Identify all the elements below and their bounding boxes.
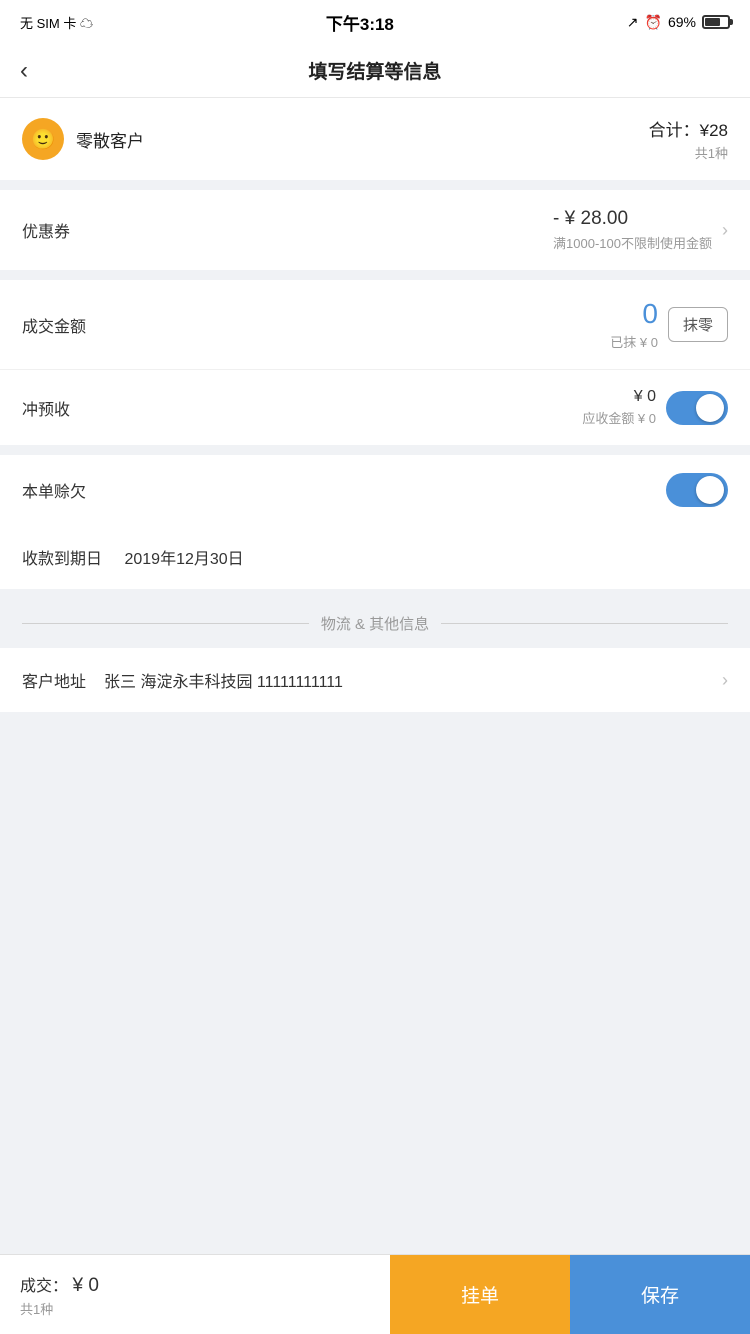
deal-advance-section: 成交金额 0 已抹 ¥ 0 抹零 冲预收 ¥ 0 应收金额 ¥ 0 — [0, 280, 750, 445]
deal-value[interactable]: 0 — [610, 298, 658, 330]
advance-sub: 应收金额 ¥ 0 — [582, 408, 656, 427]
coupon-value-stack: - ¥ 28.00 满1000-100不限制使用金额 — [553, 208, 712, 252]
deal-row: 成交金额 0 已抹 ¥ 0 抹零 — [0, 280, 750, 369]
coupon-label: 优惠券 — [22, 218, 70, 242]
coupon-amount: - ¥ 28.00 — [553, 208, 712, 230]
logistics-label: 物流 & 其他信息 — [321, 613, 429, 634]
arrears-row: 本单赊欠 — [0, 455, 750, 525]
bottom-deal-line: 成交： ¥ 0 — [20, 1272, 370, 1297]
coupon-section[interactable]: 优惠券 - ¥ 28.00 满1000-100不限制使用金额 › — [0, 190, 750, 270]
customer-section: 🙂 零散客户 合计：¥28 共1种 — [0, 98, 750, 180]
avatar-icon: 🙂 — [31, 127, 56, 152]
status-bar: 无 SIM 卡 ☁ 下午3:18 ↗ ⏰ 69% — [0, 0, 750, 44]
alarm-icon: ⏰ — [645, 14, 662, 31]
customer-total: 合计：¥28 共1种 — [649, 116, 728, 162]
divider-line-right — [441, 623, 728, 624]
deal-value-stack: 0 已抹 ¥ 0 — [610, 298, 658, 351]
bottom-deal-amount: ¥ 0 — [72, 1275, 98, 1296]
advance-value-stack: ¥ 0 应收金额 ¥ 0 — [582, 388, 656, 427]
coupon-row[interactable]: 优惠券 - ¥ 28.00 满1000-100不限制使用金额 › — [0, 190, 750, 270]
bottom-bar: 成交： ¥ 0 共1种 挂单 保存 — [0, 1254, 750, 1334]
bottom-deal-label: 成交： — [20, 1278, 68, 1295]
advance-label: 冲预收 — [22, 396, 70, 420]
address-row[interactable]: 客户地址 张三 海淀永丰科技园 11111111111 › — [0, 648, 750, 712]
customer-info: 🙂 零散客户 — [22, 118, 144, 160]
battery-label: 69% — [668, 14, 696, 30]
save-button[interactable]: 保存 — [570, 1255, 750, 1334]
due-date-label: 收款到期日 — [22, 551, 102, 568]
due-date-value: 2019年12月30日 — [124, 551, 243, 568]
chevron-icon: › — [722, 220, 728, 241]
coupon-desc: 满1000-100不限制使用金额 — [553, 233, 712, 252]
hang-button[interactable]: 挂单 — [390, 1255, 570, 1334]
battery-icon — [702, 15, 730, 29]
avatar: 🙂 — [22, 118, 64, 160]
bottom-count: 共1种 — [20, 1299, 370, 1318]
address-section[interactable]: 客户地址 张三 海淀永丰科技园 11111111111 › — [0, 648, 750, 712]
arrears-label: 本单赊欠 — [22, 478, 86, 502]
toggle-knob — [696, 394, 724, 422]
arrears-toggle[interactable] — [666, 473, 728, 507]
deal-sub: 已抹 ¥ 0 — [610, 332, 658, 351]
back-button[interactable]: ‹ — [20, 57, 28, 85]
advance-right: ¥ 0 应收金额 ¥ 0 — [582, 388, 728, 427]
advance-row: 冲预收 ¥ 0 应收金额 ¥ 0 — [0, 369, 750, 445]
customer-row: 🙂 零散客户 合计：¥28 共1种 — [0, 98, 750, 180]
nav-bar: ‹ 填写结算等信息 — [0, 44, 750, 98]
deal-right: 0 已抹 ¥ 0 抹零 — [610, 298, 728, 351]
status-right: ↗ ⏰ 69% — [627, 14, 730, 31]
address-value: 张三 海淀永丰科技园 11111111111 — [104, 668, 722, 692]
total-amount: 合计：¥28 — [649, 116, 728, 141]
logistics-divider: 物流 & 其他信息 — [0, 599, 750, 648]
no-sim-label: 无 SIM 卡 ☁ — [20, 13, 93, 32]
status-left: 无 SIM 卡 ☁ — [20, 13, 93, 32]
total-count: 共1种 — [649, 143, 728, 162]
advance-toggle[interactable] — [666, 391, 728, 425]
deal-label: 成交金额 — [22, 313, 86, 337]
status-time: 下午3:18 — [326, 10, 394, 35]
customer-name: 零散客户 — [76, 127, 144, 152]
address-label: 客户地址 — [22, 668, 86, 692]
due-date-row: 收款到期日 2019年12月30日 — [0, 525, 750, 589]
location-icon: ↗ — [627, 14, 639, 31]
round-zero-button[interactable]: 抹零 — [668, 307, 728, 342]
main-content: 🙂 零散客户 合计：¥28 共1种 优惠券 - ¥ 28.00 满1000-10… — [0, 98, 750, 812]
divider-line-left — [22, 623, 309, 624]
page-title: 填写结算等信息 — [308, 57, 441, 84]
advance-amount: ¥ 0 — [582, 388, 656, 406]
coupon-right: - ¥ 28.00 满1000-100不限制使用金额 › — [553, 208, 728, 252]
arrears-section: 本单赊欠 收款到期日 2019年12月30日 — [0, 455, 750, 589]
bottom-summary: 成交： ¥ 0 共1种 — [0, 1255, 390, 1334]
arrears-right — [666, 473, 728, 507]
arrears-toggle-knob — [696, 476, 724, 504]
address-chevron-icon: › — [722, 670, 728, 691]
